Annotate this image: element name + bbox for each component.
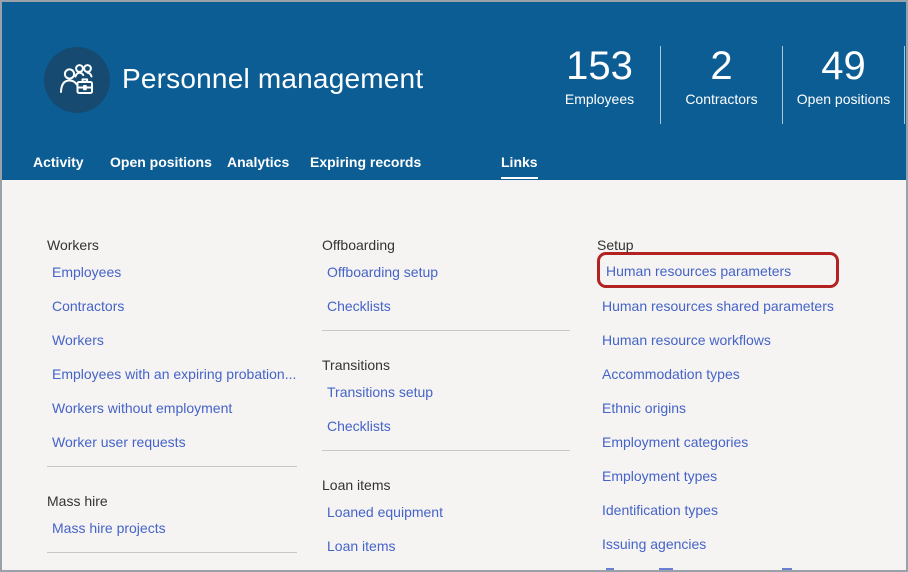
tab-expiring-records[interactable]: Expiring records [310,153,421,172]
link-employment-categories[interactable]: Employment categories [602,432,845,452]
section-title-workers: Workers [47,237,99,253]
links-column-offboarding: Offboarding Offboarding setup Checklists Tr… [322,235,570,570]
link-worker-user-requests[interactable]: Worker user requests [52,432,297,452]
section-title-loan-items: Loan items [322,477,391,493]
tab-activity[interactable]: Activity [33,153,84,172]
workspace-avatar [44,47,110,113]
stat-open-positions-value: 49 [821,44,866,88]
section-title-mass-hire: Mass hire [47,493,108,509]
link-workers-without-employment[interactable]: Workers without employment [52,398,297,418]
workspace-header: Personnel management 153 Employees 2 Con… [0,0,908,180]
link-identification-types[interactable]: Identification types [602,500,845,520]
people-briefcase-icon [60,64,93,94]
stat-contractors[interactable]: 2 Contractors [661,44,782,107]
section-title-transitions: Transitions [322,357,390,373]
tab-analytics[interactable]: Analytics [227,153,289,172]
stat-open-positions-label: Open positions [796,91,891,107]
link-accommodation-types[interactable]: Accommodation types [602,364,845,384]
link-mass-hire-projects[interactable]: Mass hire projects [52,518,297,538]
section-divider [322,330,570,331]
link-loan-items[interactable]: Loan items [327,536,570,556]
section-title-offboarding: Offboarding [322,237,395,253]
clipped-link-fragment [597,568,845,572]
workspace-tabs: Activity Open positions Analytics Expiri… [0,153,908,180]
links-column-workers: Workers Employees Contractors Workers Employ… [47,235,297,572]
stat-open-positions[interactable]: 49 Open positions [783,44,904,107]
stat-contractors-label: Contractors [685,91,758,107]
page-title: Personnel management [122,63,424,94]
link-employment-types[interactable]: Employment types [602,466,845,486]
link-human-resource-workflows[interactable]: Human resource workflows [602,330,845,350]
section-divider [47,552,297,553]
app-window: Personnel management 153 Employees 2 Con… [0,0,908,572]
link-offboarding-setup[interactable]: Offboarding setup [327,262,570,282]
link-loaned-equipment[interactable]: Loaned equipment [327,502,570,522]
stat-employees-value: 153 [566,44,633,88]
stat-employees-label: Employees [564,91,635,107]
links-column-setup: Setup Human resources parameters Human res… [597,235,845,572]
link-workers[interactable]: Workers [52,330,297,350]
link-contractors[interactable]: Contractors [52,296,297,316]
link-ethnic-origins[interactable]: Ethnic origins [602,398,845,418]
stat-employees[interactable]: 153 Employees [539,44,660,107]
link-issuing-agencies[interactable]: Issuing agencies [602,534,845,554]
tab-links[interactable]: Links [501,153,538,179]
tab-open-positions[interactable]: Open positions [110,153,212,172]
stat-divider [904,46,905,124]
highlight-box: Human resources parameters [597,252,839,288]
link-employees[interactable]: Employees [52,262,297,282]
link-checklists[interactable]: Checklists [327,296,570,316]
link-transitions-setup[interactable]: Transitions setup [327,382,570,402]
section-divider [47,466,297,467]
section-divider [322,450,570,451]
link-checklists[interactable]: Checklists [327,416,570,436]
stat-contractors-value: 2 [710,44,733,88]
link-human-resources-parameters[interactable]: Human resources parameters [606,261,828,281]
link-employees-with-an-expiring-probation[interactable]: Employees with an expiring probation... [52,364,297,384]
link-human-resources-shared-parameters[interactable]: Human resources shared parameters [602,296,845,316]
stats-summary: 153 Employees 2 Contractors 49 Open posi… [539,44,905,124]
